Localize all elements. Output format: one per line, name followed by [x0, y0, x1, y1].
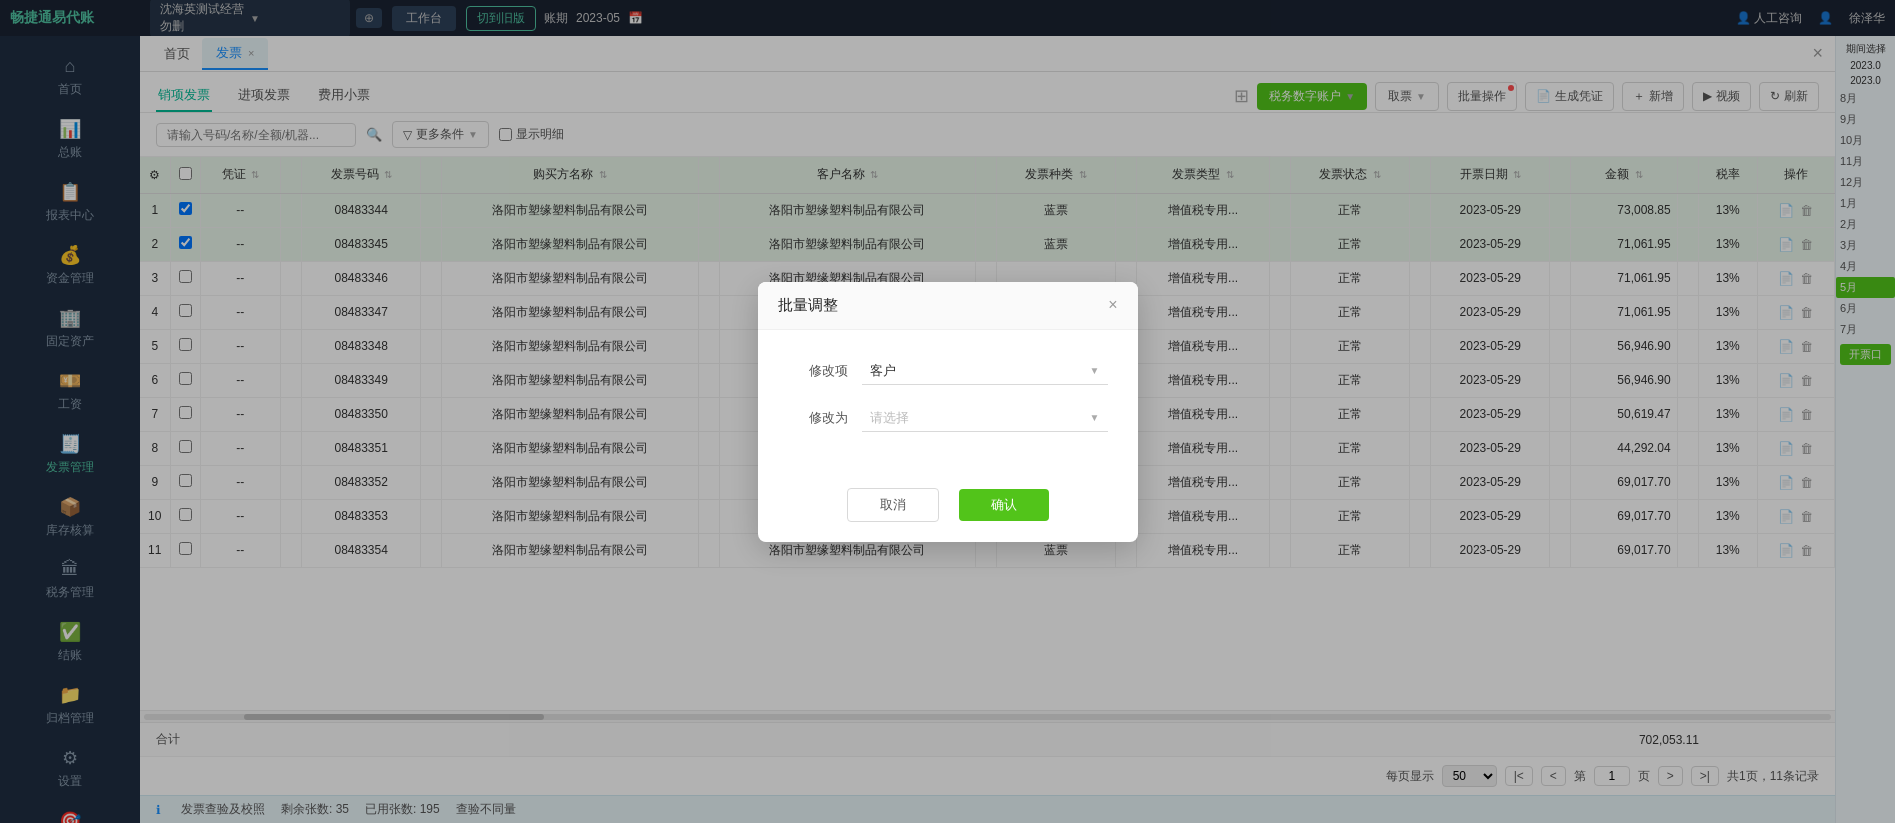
modify-item-row: 修改项 客户 ▼: [788, 358, 1108, 385]
modify-to-label: 修改为: [788, 409, 848, 427]
modal-confirm-button[interactable]: 确认: [959, 489, 1049, 521]
modify-to-select[interactable]: 请选择 ▼: [862, 405, 1108, 432]
batch-adjust-modal: 批量调整 × 修改项 客户 ▼ 修改为 请选择 ▼ 取消 确认: [758, 282, 1138, 542]
modal-close-button[interactable]: ×: [1108, 296, 1117, 314]
modify-item-label: 修改项: [788, 362, 848, 380]
modal-overlay: 批量调整 × 修改项 客户 ▼ 修改为 请选择 ▼ 取消 确认: [0, 0, 1895, 823]
modify-to-row: 修改为 请选择 ▼: [788, 405, 1108, 432]
modify-to-caret: ▼: [1090, 412, 1100, 423]
modify-to-placeholder: 请选择: [870, 409, 909, 427]
modal-cancel-button[interactable]: 取消: [847, 488, 939, 522]
modify-item-select[interactable]: 客户 ▼: [862, 358, 1108, 385]
modify-item-value: 客户: [870, 362, 896, 380]
modal-header: 批量调整 ×: [758, 282, 1138, 330]
modify-item-caret: ▼: [1090, 365, 1100, 376]
modal-title: 批量调整: [778, 296, 838, 315]
modal-footer: 取消 确认: [758, 472, 1138, 542]
modal-body: 修改项 客户 ▼ 修改为 请选择 ▼: [758, 330, 1138, 472]
